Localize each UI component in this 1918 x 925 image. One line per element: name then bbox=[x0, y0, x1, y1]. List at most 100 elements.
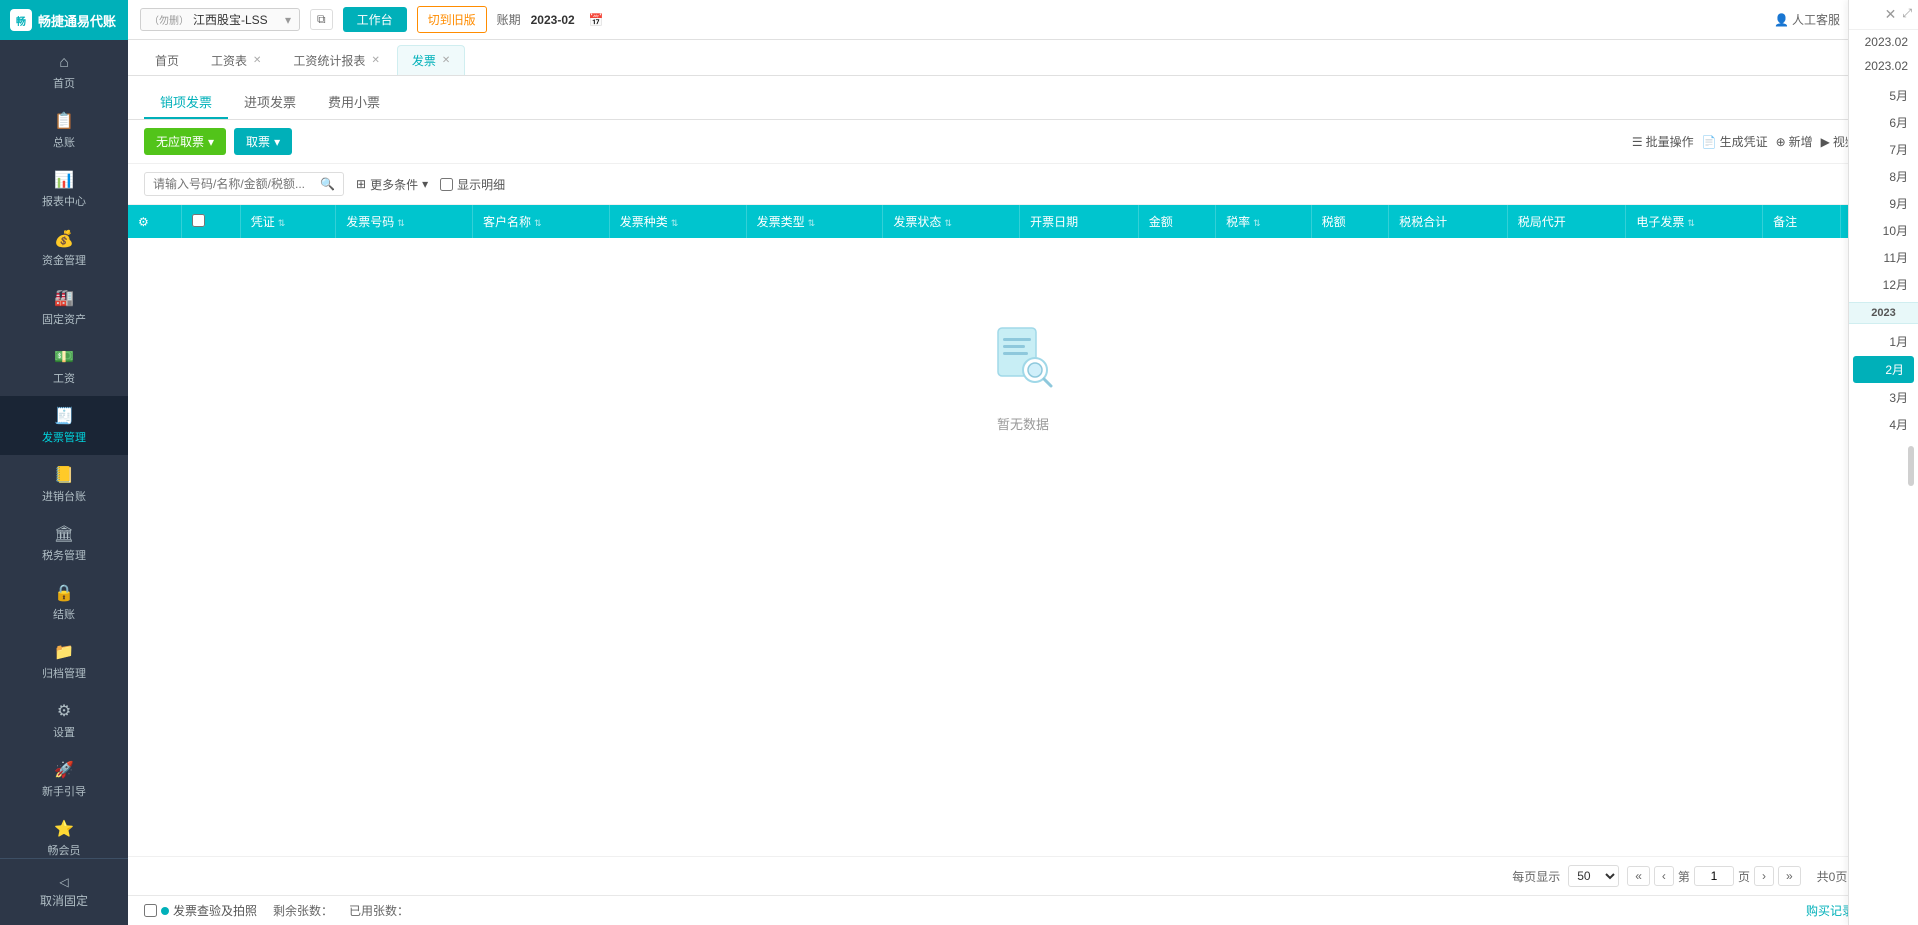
scrollbar-thumb[interactable] bbox=[1908, 446, 1914, 486]
gen-voucher-btn[interactable]: 📄 生成凭证 bbox=[1702, 133, 1768, 150]
tab-close-invoice[interactable]: ✕ bbox=[442, 55, 450, 66]
sidebar-collapse[interactable]: ◁ 取消固定 bbox=[10, 869, 118, 915]
tab-payroll-stat[interactable]: 工资统计报表✕ bbox=[278, 45, 394, 75]
sidebar-item-archive[interactable]: 📁 归档管理 bbox=[0, 632, 128, 691]
date-item-9[interactable]: 9月 bbox=[1849, 190, 1918, 217]
th-settings: ⚙ bbox=[128, 205, 182, 238]
sidebar-bottom: ◁ 取消固定 bbox=[0, 858, 128, 925]
right-panel-date: ✕ ⤢ 2023.02 2023.02 5月 6月 7月 8月 9月 10月 1… bbox=[1848, 0, 1918, 925]
tab-payroll[interactable]: 工资表✕ bbox=[196, 45, 276, 75]
tab-close-payroll[interactable]: ✕ bbox=[253, 55, 261, 66]
sort-icon-tax_rate[interactable]: ⇅ bbox=[1253, 218, 1261, 228]
right-panel-expand-btn[interactable]: ⤢ bbox=[1902, 6, 1912, 23]
sub-tab-purchase[interactable]: 进项发票 bbox=[228, 86, 312, 119]
current-page-input[interactable] bbox=[1694, 866, 1734, 886]
next-page-btn[interactable]: › bbox=[1754, 866, 1774, 886]
date-item-7[interactable]: 7月 bbox=[1849, 136, 1918, 163]
sort-icon-e_invoice[interactable]: ⇅ bbox=[1687, 218, 1695, 228]
per-page-select[interactable]: 50 100 200 bbox=[1568, 865, 1619, 887]
empty-text: 暂无数据 bbox=[997, 414, 1049, 433]
date-item-current-1[interactable]: 2023.02 bbox=[1849, 30, 1918, 54]
general-ledger-icon: 📋 bbox=[54, 111, 74, 131]
copy-button[interactable]: ⧉ bbox=[310, 9, 333, 30]
search-input[interactable] bbox=[153, 177, 316, 191]
top-header: （勿删） 江西股宝-LSS ▾ ⧉ 工作台 切到旧版 账期 2023-02 📅 … bbox=[128, 0, 1918, 40]
workspace-button[interactable]: 工作台 bbox=[343, 7, 407, 32]
sidebar-item-fixed-assets[interactable]: 🏭 固定资产 bbox=[0, 278, 128, 337]
sidebar-item-sales-ledger[interactable]: 📒 进销台账 bbox=[0, 455, 128, 514]
new-btn[interactable]: ⊕ 新增 bbox=[1776, 133, 1813, 150]
sidebar-item-guide[interactable]: 🚀 新手引导 bbox=[0, 750, 128, 809]
th-check[interactable] bbox=[182, 205, 240, 238]
sub-tab-sales[interactable]: 销项发票 bbox=[144, 86, 228, 119]
no-cancel-btn[interactable]: 无应取票 ▾ bbox=[144, 128, 226, 155]
date-item-5[interactable]: 5月 bbox=[1849, 82, 1918, 109]
date-2023-3[interactable]: 3月 bbox=[1849, 384, 1918, 411]
fund-icon: 💰 bbox=[54, 229, 74, 249]
sidebar-item-fund[interactable]: 💰 资金管理 bbox=[0, 219, 128, 278]
sort-icon-invoice_no[interactable]: ⇅ bbox=[397, 218, 405, 228]
collapse-icon: ◁ bbox=[59, 875, 68, 889]
archive-icon: 📁 bbox=[54, 642, 74, 662]
sort-icon-invoice_status[interactable]: ⇅ bbox=[944, 218, 952, 228]
service-label: 人工客服 bbox=[1792, 11, 1840, 28]
sidebar-item-close-period[interactable]: 🔒 结账 bbox=[0, 573, 128, 632]
switch-version-button[interactable]: 切到旧版 bbox=[417, 6, 487, 33]
sort-icon-customer[interactable]: ⇅ bbox=[534, 218, 542, 228]
tab-invoice[interactable]: 发票✕ bbox=[397, 45, 465, 75]
more-conditions-btn[interactable]: ⊞ 更多条件 ▾ bbox=[356, 176, 428, 193]
fixed-assets-label: 固定资产 bbox=[42, 311, 86, 327]
last-page-btn[interactable]: » bbox=[1778, 866, 1801, 886]
show-detail-checkbox[interactable] bbox=[440, 178, 453, 191]
sidebar-item-general-ledger[interactable]: 📋 总账 bbox=[0, 101, 128, 160]
right-panel-close-btn[interactable]: ✕ bbox=[1885, 6, 1897, 23]
guide-icon: 🚀 bbox=[54, 760, 74, 780]
date-item-10[interactable]: 10月 bbox=[1849, 217, 1918, 244]
batch-ops-btn[interactable]: ☰ 批量操作 bbox=[1632, 133, 1694, 150]
sidebar-item-reports[interactable]: 📊 报表中心 bbox=[0, 160, 128, 219]
date-item-11[interactable]: 11月 bbox=[1849, 244, 1918, 271]
sidebar-logo: 畅 畅捷通易代账 bbox=[0, 0, 128, 40]
date-2023-4[interactable]: 4月 bbox=[1849, 411, 1918, 438]
tab-label-home: 首页 bbox=[155, 52, 179, 69]
customer-service[interactable]: 👤 人工客服 bbox=[1774, 11, 1840, 28]
tab-close-payroll-stat[interactable]: ✕ bbox=[371, 55, 379, 66]
first-page-btn[interactable]: « bbox=[1627, 866, 1650, 886]
page-label-post: 页 bbox=[1738, 868, 1750, 885]
show-detail-label[interactable]: 显示明细 bbox=[440, 176, 505, 193]
date-item-current-2[interactable]: 2023.02 bbox=[1849, 54, 1918, 78]
sidebar-item-member[interactable]: ⭐ 畅会员 bbox=[0, 809, 128, 858]
toolbar: 无应取票 ▾ 取票 ▾ ☰ 批量操作 📄 生成凭证 bbox=[128, 120, 1918, 164]
company-selector[interactable]: （勿删） 江西股宝-LSS ▾ bbox=[140, 8, 300, 31]
sidebar-item-payroll[interactable]: 💵 工资 bbox=[0, 337, 128, 396]
show-detail-text: 显示明细 bbox=[457, 176, 505, 193]
tab-home[interactable]: 首页 bbox=[140, 45, 194, 75]
date-2023-1[interactable]: 1月 bbox=[1849, 328, 1918, 355]
prev-page-btn[interactable]: ‹ bbox=[1654, 866, 1674, 886]
sidebar-item-settings[interactable]: ⚙ 设置 bbox=[0, 691, 128, 750]
sidebar-item-tax-mgmt[interactable]: 🏛 税务管理 bbox=[0, 514, 128, 573]
sort-icon-invoice_category[interactable]: ⇅ bbox=[808, 218, 816, 228]
take-invoice-btn[interactable]: 取票 ▾ bbox=[234, 128, 292, 155]
sidebar-item-home[interactable]: ⌂ 首页 bbox=[0, 44, 128, 101]
new-label: 新增 bbox=[1789, 133, 1813, 150]
member-label: 畅会员 bbox=[48, 842, 81, 858]
purchase-record-link[interactable]: 购买记录 bbox=[1806, 902, 1854, 919]
empty-state: 暂无数据 bbox=[128, 238, 1918, 513]
th-customer: 客户名称⇅ bbox=[473, 205, 610, 238]
period-edit-icon[interactable]: 📅 bbox=[589, 13, 604, 27]
date-item-8[interactable]: 8月 bbox=[1849, 163, 1918, 190]
sort-icon-voucher[interactable]: ⇅ bbox=[278, 218, 286, 228]
check-dot bbox=[161, 907, 169, 915]
sort-icon-invoice_type[interactable]: ⇅ bbox=[671, 218, 679, 228]
date-item-12[interactable]: 12月 bbox=[1849, 271, 1918, 298]
sub-tab-expense[interactable]: 费用小票 bbox=[312, 86, 396, 119]
invoice-mgmt-label: 发票管理 bbox=[42, 429, 86, 445]
search-wrap: 🔍 bbox=[144, 172, 344, 196]
check-checkbox[interactable] bbox=[144, 904, 157, 917]
search-icon[interactable]: 🔍 bbox=[320, 177, 335, 191]
date-item-6[interactable]: 6月 bbox=[1849, 109, 1918, 136]
select-all-checkbox[interactable] bbox=[192, 214, 205, 227]
date-2023-2[interactable]: 2月 bbox=[1853, 356, 1914, 383]
sidebar-item-invoice-mgmt[interactable]: 🧾 发票管理 bbox=[0, 396, 128, 455]
